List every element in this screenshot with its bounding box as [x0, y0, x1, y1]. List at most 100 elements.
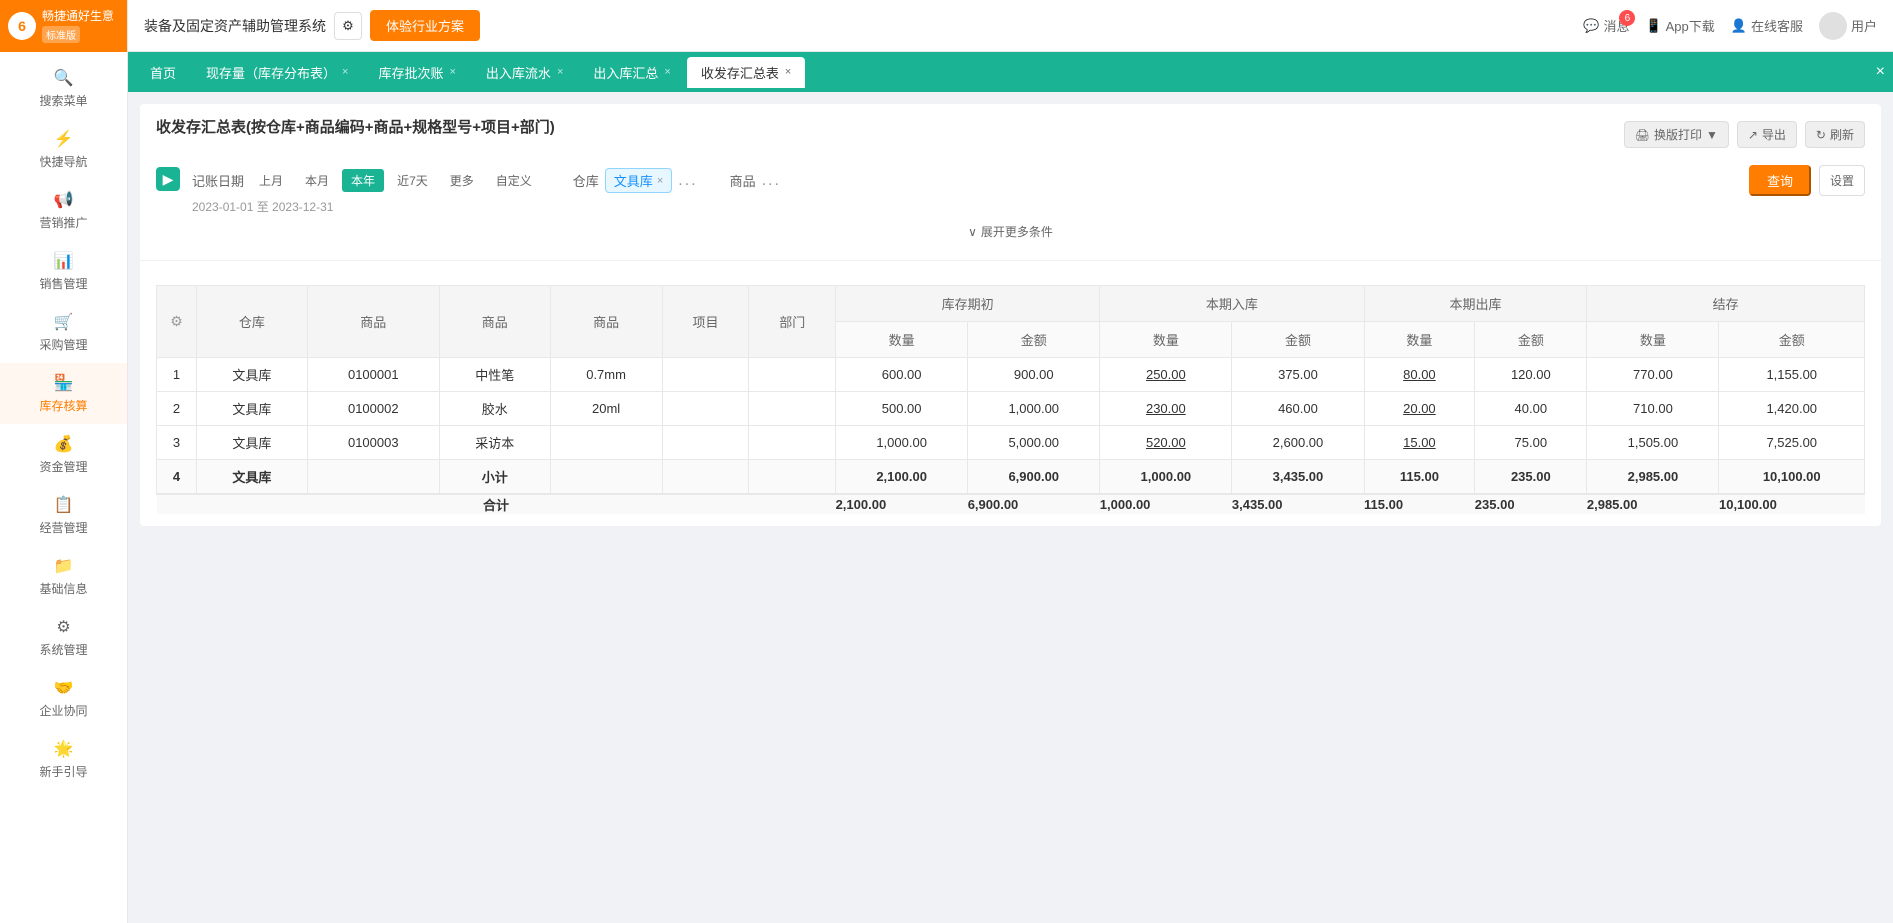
cell-out-qty[interactable]: 80.00 [1364, 358, 1475, 392]
trial-button[interactable]: 体验行业方案 [370, 10, 480, 41]
cell-out-amt: 235.00 [1475, 460, 1587, 495]
sidebar-item-system[interactable]: ⚙系统管理 [0, 607, 127, 668]
cell-no: 3 [157, 426, 197, 460]
tab-label-inventory: 现存量（库存分布表） [206, 63, 336, 82]
tab-recv_send[interactable]: 收发存汇总表× [687, 57, 805, 88]
sidebar-item-finance[interactable]: 💰资金管理 [0, 424, 127, 485]
user-action[interactable]: 用户 [1819, 12, 1877, 40]
cell-out-amt: 40.00 [1475, 392, 1587, 426]
th-period-out: 本期出库 [1364, 286, 1587, 322]
refresh-button[interactable]: ↻ 刷新 [1805, 121, 1865, 148]
online-service-action[interactable]: 👤 在线客服 [1731, 16, 1803, 35]
tab-inout_flow[interactable]: 出入库流水 × [472, 57, 577, 88]
settings-icon[interactable]: ⚙ [334, 12, 362, 40]
sidebar: 6 畅捷通好生意 标准版 🔍搜索菜单⚡快捷导航📢营销推广📊销售管理🛒采购管理🏪库… [0, 0, 128, 923]
cell-in-qty[interactable]: 250.00 [1100, 358, 1232, 392]
table-row: 2 文具库 0100002 胶水 20ml 500.00 1,000.00 23… [157, 392, 1865, 426]
tab-close-inout_summary[interactable]: × [664, 66, 670, 78]
footer-in-qty: 1,000.00 [1100, 494, 1232, 514]
corp-icon: 🤝 [54, 678, 74, 698]
close-all-tabs[interactable]: × [1876, 63, 1885, 81]
tab-label-inout_flow: 出入库流水 [486, 63, 551, 82]
sidebar-item-quick[interactable]: ⚡快捷导航 [0, 119, 127, 180]
logo-text: 畅捷通好生意 [42, 9, 114, 25]
warehouse-clear-icon[interactable]: × [657, 175, 663, 187]
cell-dept [749, 392, 836, 426]
message-action[interactable]: 💬 消息 6 [1583, 16, 1629, 35]
user-label: 用户 [1851, 16, 1877, 35]
date-btn-本年[interactable]: 本年 [342, 169, 384, 192]
tab-inout_summary[interactable]: 出入库汇总 × [579, 57, 684, 88]
cell-spec: 0.7mm [550, 358, 662, 392]
page-title: 收发存汇总表(按仓库+商品编码+商品+规格型号+项目+部门) [156, 116, 555, 137]
cell-bal-amt: 7,525.00 [1719, 426, 1865, 460]
tab-batch[interactable]: 库存批次账× [364, 57, 469, 88]
cell-begin-qty: 2,100.00 [836, 460, 968, 495]
table-row: 4 文具库 小计 2,100.00 6,900.00 1,000.00 3,43… [157, 460, 1865, 495]
date-btn-上月[interactable]: 上月 [250, 169, 292, 192]
warehouse-filter-group: 仓库 文具库 × ... [573, 168, 698, 193]
print-icon: 🖨 [1635, 128, 1650, 142]
tab-close-inventory[interactable]: × [342, 66, 348, 78]
app-download-action[interactable]: 📱 App下载 [1645, 16, 1714, 35]
print-button[interactable]: 🖨 换版打印 ▼ [1624, 121, 1729, 148]
cell-out-qty[interactable]: 20.00 [1364, 392, 1475, 426]
table-settings-icon[interactable]: ⚙ [170, 313, 183, 329]
tab-label-inout_summary: 出入库汇总 [593, 63, 658, 82]
tab-close-recv_send[interactable]: × [785, 66, 791, 78]
tab-close-batch[interactable]: × [449, 66, 455, 78]
cell-bal-qty: 2,985.00 [1587, 460, 1719, 495]
th-begin-amt: 金额 [968, 322, 1100, 358]
expand-more-btn[interactable]: ∨ 展开更多条件 [156, 223, 1865, 240]
cell-in-amt: 3,435.00 [1232, 460, 1364, 495]
system-icon: ⚙ [56, 617, 70, 637]
th-goods-code: 商品 [307, 286, 439, 358]
sidebar-item-inventory[interactable]: 🏪库存核算 [0, 363, 127, 424]
tab-inventory[interactable]: 现存量（库存分布表） × [192, 57, 362, 88]
cell-no: 4 [157, 460, 197, 495]
cell-out-qty[interactable]: 115.00 [1364, 460, 1475, 495]
date-btn-更多[interactable]: 更多 [441, 169, 483, 192]
tab-home[interactable]: 首页 [136, 57, 190, 88]
cell-in-qty[interactable]: 520.00 [1100, 426, 1232, 460]
cell-code: 0100002 [307, 392, 439, 426]
cell-out-qty[interactable]: 15.00 [1364, 426, 1475, 460]
filter-toggle-btn[interactable]: ▶ [156, 167, 180, 191]
cell-code: 0100003 [307, 426, 439, 460]
warehouse-label: 仓库 [573, 171, 599, 190]
cell-in-qty[interactable]: 230.00 [1100, 392, 1232, 426]
warehouse-more-icon[interactable]: ... [678, 172, 697, 190]
sidebar-item-guide[interactable]: 🌟新手引导 [0, 729, 127, 790]
th-settings[interactable]: ⚙ [157, 286, 197, 358]
goods-more-icon[interactable]: ... [762, 172, 781, 190]
sidebar-item-corp[interactable]: 🤝企业协同 [0, 668, 127, 729]
cell-in-qty[interactable]: 1,000.00 [1100, 460, 1232, 495]
sidebar-item-search[interactable]: 🔍搜索菜单 [0, 58, 127, 119]
search-icon: 🔍 [54, 68, 74, 88]
sidebar-item-operation[interactable]: 📋经营管理 [0, 485, 127, 546]
export-button[interactable]: ↗ 导出 [1737, 121, 1797, 148]
set-button[interactable]: 设置 [1819, 165, 1865, 196]
sidebar-item-purchase[interactable]: 🛒采购管理 [0, 302, 127, 363]
footer-bal-amt: 10,100.00 [1719, 494, 1865, 514]
refresh-icon: ↻ [1816, 128, 1826, 142]
sidebar-item-marketing[interactable]: 📢营销推广 [0, 180, 127, 241]
sidebar-item-sales[interactable]: 📊销售管理 [0, 241, 127, 302]
query-button[interactable]: 查询 [1749, 165, 1811, 196]
basic-icon: 📁 [54, 556, 74, 576]
cell-spec [550, 460, 662, 495]
cell-out-amt: 75.00 [1475, 426, 1587, 460]
date-btn-自定义[interactable]: 自定义 [487, 169, 541, 192]
footer-out-amt: 235.00 [1475, 494, 1587, 514]
sidebar-nav: 🔍搜索菜单⚡快捷导航📢营销推广📊销售管理🛒采购管理🏪库存核算💰资金管理📋经营管理… [0, 52, 127, 923]
cell-begin-qty: 1,000.00 [836, 426, 968, 460]
date-btn-近7天[interactable]: 近7天 [388, 169, 437, 192]
tab-close-inout_flow[interactable]: × [557, 66, 563, 78]
chevron-down-icon: ▼ [1706, 128, 1718, 142]
th-out-amt: 金额 [1475, 322, 1587, 358]
tab-label-home: 首页 [150, 63, 176, 82]
sidebar-item-basic[interactable]: 📁基础信息 [0, 546, 127, 607]
th-goods-spec: 商品 [550, 286, 662, 358]
page-header: 收发存汇总表(按仓库+商品编码+商品+规格型号+项目+部门) 🖨 换版打印 ▼ … [140, 104, 1881, 153]
date-btn-本月[interactable]: 本月 [296, 169, 338, 192]
